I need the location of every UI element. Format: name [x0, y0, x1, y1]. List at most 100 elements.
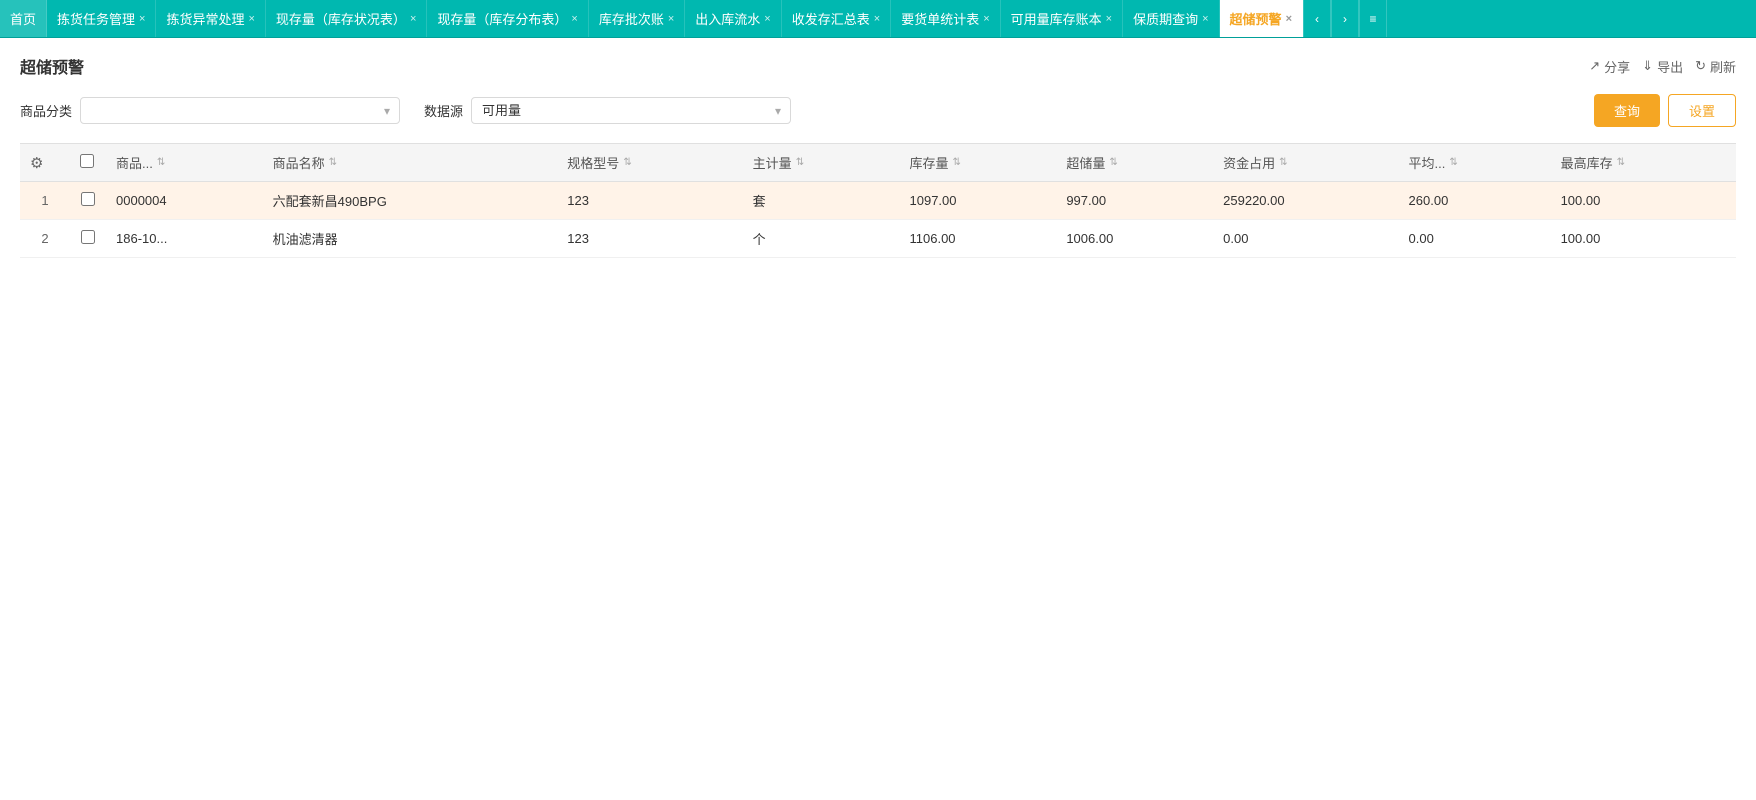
nav-item-available[interactable]: 可用量库存账本 × — [1001, 0, 1123, 37]
sort-icon-spec: ⇅ — [623, 157, 631, 168]
share-icon: ↗ — [1589, 58, 1600, 74]
settings-button[interactable]: 设置 — [1668, 94, 1736, 127]
nav-close-expiry[interactable]: × — [1202, 13, 1208, 25]
share-button[interactable]: ↗ 分享 — [1589, 57, 1630, 76]
category-select[interactable] — [80, 97, 400, 124]
export-label: 导出 — [1657, 57, 1683, 76]
nav-close-inout[interactable]: × — [764, 13, 770, 25]
nav-arrow-left[interactable]: ‹ — [1303, 0, 1331, 37]
nav-close-overstock[interactable]: × — [1286, 13, 1292, 25]
th-avg: 平均... ⇅ — [1399, 144, 1551, 182]
refresh-button[interactable]: ↻ 刷新 — [1695, 57, 1736, 76]
nav-close-batch[interactable]: × — [668, 13, 674, 25]
nav-item-overstock[interactable]: 超储预警 × — [1220, 0, 1303, 37]
nav-label-abnormal: 拣货异常处理 — [166, 9, 244, 28]
cell-avg-0: 260.00 — [1399, 182, 1551, 220]
nav-item-batch[interactable]: 库存批次账 × — [589, 0, 685, 37]
nav-item-task[interactable]: 拣货任务管理 × — [47, 0, 156, 37]
sort-icon-avg: ⇅ — [1449, 157, 1457, 168]
nav-label-stock-dist: 现存量（库存分布表） — [437, 9, 567, 28]
nav-arrow-menu[interactable]: ≡ — [1359, 0, 1387, 37]
th-max-stock: 最高库存 ⇅ — [1551, 144, 1736, 182]
sort-icon-product-name: ⇅ — [329, 157, 337, 168]
page-header: 超储预警 ↗ 分享 ⇓ 导出 ↻ 刷新 — [20, 54, 1736, 78]
sort-max-stock[interactable]: 最高库存 ⇅ — [1561, 153, 1726, 172]
filter-area: 商品分类 数据源 可用量 查询 设置 — [20, 94, 1736, 127]
cell-index-0: 1 — [20, 182, 70, 220]
nav-label-batch: 库存批次账 — [599, 9, 664, 28]
sort-overstock[interactable]: 超储量 ⇅ — [1066, 153, 1203, 172]
nav-close-task[interactable]: × — [139, 13, 145, 25]
nav-item-stock-dist[interactable]: 现存量（库存分布表） × — [427, 0, 588, 37]
nav-close-collection[interactable]: × — [874, 13, 880, 25]
cell-capital-0: 259220.00 — [1213, 182, 1398, 220]
category-filter-group: 商品分类 — [20, 97, 400, 124]
category-label: 商品分类 — [20, 101, 72, 120]
select-all-checkbox[interactable] — [80, 154, 94, 168]
th-capital: 资金占用 ⇅ — [1213, 144, 1398, 182]
page-title: 超储预警 — [20, 54, 84, 78]
cell-product-code-1: 186-10... — [106, 220, 263, 258]
sort-icon-unit: ⇅ — [796, 157, 804, 168]
nav-close-stock-status[interactable]: × — [410, 13, 416, 25]
nav-item-home[interactable]: 首页 — [0, 0, 47, 37]
cell-overstock-0: 997.00 — [1056, 182, 1213, 220]
sort-icon-product-code: ⇅ — [157, 157, 165, 168]
export-icon: ⇓ — [1642, 58, 1653, 74]
nav-item-stock-status[interactable]: 现存量（库存状况表） × — [266, 0, 427, 37]
th-product-code: 商品... ⇅ — [106, 144, 263, 182]
cell-unit-0: 套 — [743, 182, 900, 220]
th-unit: 主计量 ⇅ — [743, 144, 900, 182]
cell-overstock-1: 1006.00 — [1056, 220, 1213, 258]
filter-right: 查询 设置 — [1594, 94, 1736, 127]
nav-close-order-stat[interactable]: × — [983, 13, 989, 25]
nav-label-overstock: 超储预警 — [1230, 9, 1282, 28]
sort-avg[interactable]: 平均... ⇅ — [1409, 153, 1541, 172]
page-content: 超储预警 ↗ 分享 ⇓ 导出 ↻ 刷新 商品分类 — [0, 38, 1756, 800]
datasource-filter-group: 数据源 可用量 — [424, 97, 791, 124]
nav-label-collection: 收发存汇总表 — [792, 9, 870, 28]
nav-label-inout: 出入库流水 — [695, 9, 760, 28]
cell-product-name-1: 机油滤清器 — [263, 220, 558, 258]
nav-close-available[interactable]: × — [1106, 13, 1112, 25]
export-button[interactable]: ⇓ 导出 — [1642, 57, 1683, 76]
nav-item-inout[interactable]: 出入库流水 × — [685, 0, 781, 37]
th-product-name: 商品名称 ⇅ — [263, 144, 558, 182]
cell-avg-1: 0.00 — [1399, 220, 1551, 258]
sort-icon-stock: ⇅ — [953, 157, 961, 168]
sort-product-code[interactable]: 商品... ⇅ — [116, 153, 253, 172]
nav-item-collection[interactable]: 收发存汇总表 × — [782, 0, 891, 37]
cell-capital-1: 0.00 — [1213, 220, 1398, 258]
cell-stock-1: 1106.00 — [900, 220, 1057, 258]
nav-label-order-stat: 要货单统计表 — [901, 9, 979, 28]
sort-icon-max-stock: ⇅ — [1617, 157, 1625, 168]
sort-capital[interactable]: 资金占用 ⇅ — [1223, 153, 1388, 172]
header-actions: ↗ 分享 ⇓ 导出 ↻ 刷新 — [1589, 57, 1736, 76]
row-checkbox-1[interactable] — [81, 230, 95, 244]
refresh-icon: ↻ — [1695, 58, 1706, 74]
sort-stock[interactable]: 库存量 ⇅ — [910, 153, 1047, 172]
datasource-select[interactable]: 可用量 — [471, 97, 791, 124]
nav-arrow-right[interactable]: › — [1331, 0, 1359, 37]
nav-item-expiry[interactable]: 保质期查询 × — [1123, 0, 1219, 37]
sort-icon-capital: ⇅ — [1279, 157, 1287, 168]
table-row: 1 0000004 六配套新昌490BPG 123 套 1097.00 997.… — [20, 182, 1736, 220]
cell-index-1: 2 — [20, 220, 70, 258]
datasource-label: 数据源 — [424, 101, 463, 120]
nav-item-abnormal[interactable]: 拣货异常处理 × — [156, 0, 265, 37]
cell-max-stock-1: 100.00 — [1551, 220, 1736, 258]
sort-unit[interactable]: 主计量 ⇅ — [753, 153, 890, 172]
nav-close-abnormal[interactable]: × — [248, 13, 254, 25]
query-button[interactable]: 查询 — [1594, 94, 1660, 127]
cell-stock-0: 1097.00 — [900, 182, 1057, 220]
nav-label-expiry: 保质期查询 — [1133, 9, 1198, 28]
sort-product-name[interactable]: 商品名称 ⇅ — [273, 153, 548, 172]
cell-product-code-0: 0000004 — [106, 182, 263, 220]
nav-item-order-stat[interactable]: 要货单统计表 × — [891, 0, 1000, 37]
row-checkbox-0[interactable] — [81, 192, 95, 206]
data-table: ⚙ 商品... ⇅ 商品名称 ⇅ — [20, 143, 1736, 258]
category-select-wrapper — [80, 97, 400, 124]
gear-icon[interactable]: ⚙ — [30, 155, 43, 172]
nav-close-stock-dist[interactable]: × — [571, 13, 577, 25]
sort-spec[interactable]: 规格型号 ⇅ — [567, 153, 732, 172]
